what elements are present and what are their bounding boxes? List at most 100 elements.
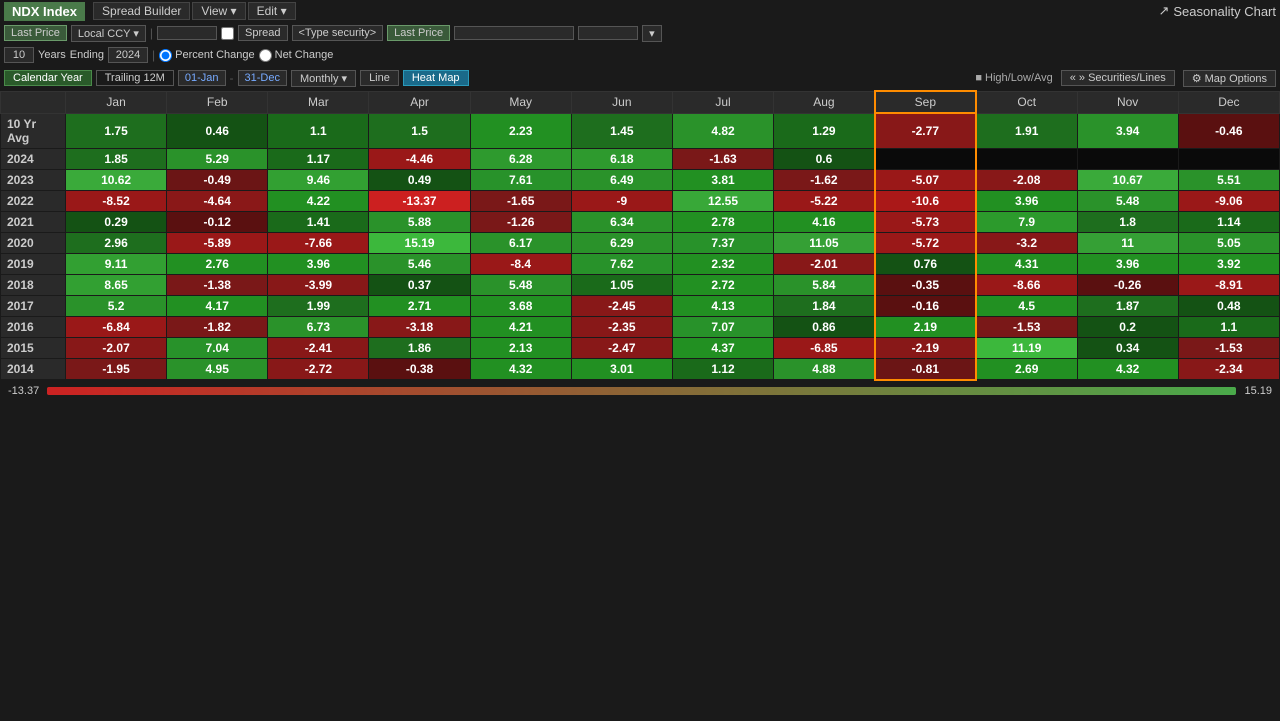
cell-2015-Nov: 0.34 <box>1077 337 1178 358</box>
toolbar-dropdown[interactable]: ▾ <box>642 25 662 42</box>
cell-2022-Aug: -5.22 <box>774 190 875 211</box>
toolbar-row1: Last Price Local CCY ▾ | Spread <Type se… <box>0 22 1280 44</box>
cell-2023-Jun: 6.49 <box>571 169 672 190</box>
cell-2019-Feb: 2.76 <box>167 253 268 274</box>
heat-map-button[interactable]: Heat Map <box>403 70 469 86</box>
cell-10 Yr Avg-May: 2.23 <box>470 113 571 148</box>
last-price-right-button[interactable]: Last Price <box>387 25 450 41</box>
cell-2020-Feb: -5.89 <box>167 232 268 253</box>
row-label-2015: 2015 <box>1 337 66 358</box>
years-input[interactable] <box>4 47 34 63</box>
toolbar-input2[interactable] <box>454 26 574 40</box>
header-apr: Apr <box>369 91 470 113</box>
header: NDX Index Spread Builder View ▾ Edit ▾ ↗… <box>0 0 1280 22</box>
cell-10 Yr Avg-Jun: 1.45 <box>571 113 672 148</box>
cell-2021-Jan: 0.29 <box>66 211 167 232</box>
cell-10 Yr Avg-Sep: -2.77 <box>875 113 976 148</box>
spread-checkbox[interactable] <box>221 27 234 40</box>
calendar-year-button[interactable]: Calendar Year <box>4 70 92 86</box>
cell-2021-Feb: -0.12 <box>167 211 268 232</box>
header-sep: Sep <box>875 91 976 113</box>
cell-2023-Sep: -5.07 <box>875 169 976 190</box>
cell-2019-Oct: 4.31 <box>976 253 1077 274</box>
cell-2018-Jun: 1.05 <box>571 274 672 295</box>
cell-2021-Oct: 7.9 <box>976 211 1077 232</box>
table-row: 20202.96-5.89-7.6615.196.176.297.3711.05… <box>1 232 1280 253</box>
header-oct: Oct <box>976 91 1077 113</box>
cell-2021-Dec: 1.14 <box>1178 211 1279 232</box>
heatmap-table: JanFebMarAprMayJunJulAugSepOctNovDec 10 … <box>0 90 1280 381</box>
cell-2015-Apr: 1.86 <box>369 337 470 358</box>
last-price-left-button[interactable]: Last Price <box>4 25 67 41</box>
cell-2019-Sep: 0.76 <box>875 253 976 274</box>
view-button[interactable]: View ▾ <box>192 2 245 20</box>
cell-2019-Dec: 3.92 <box>1178 253 1279 274</box>
header-may: May <box>470 91 571 113</box>
edit-button[interactable]: Edit ▾ <box>248 2 296 20</box>
cell-10 Yr Avg-Aug: 1.29 <box>774 113 875 148</box>
cell-2017-Jun: -2.45 <box>571 295 672 316</box>
cell-2019-May: -8.4 <box>470 253 571 274</box>
type-security-button[interactable]: <Type security> <box>292 25 384 41</box>
header-aug: Aug <box>774 91 875 113</box>
spread-button[interactable]: Spread <box>238 25 287 41</box>
line-button[interactable]: Line <box>360 70 399 86</box>
cell-2021-Sep: -5.73 <box>875 211 976 232</box>
cell-2018-Mar: -3.99 <box>268 274 369 295</box>
cell-2014-Feb: 4.95 <box>167 358 268 380</box>
cell-2018-Nov: -0.26 <box>1077 274 1178 295</box>
cell-2020-Sep: -5.72 <box>875 232 976 253</box>
cell-2016-Sep: 2.19 <box>875 316 976 337</box>
cell-2023-Dec: 5.51 <box>1178 169 1279 190</box>
cell-2015-Sep: -2.19 <box>875 337 976 358</box>
cell-2022-May: -1.65 <box>470 190 571 211</box>
cell-2022-Mar: 4.22 <box>268 190 369 211</box>
cell-2016-Dec: 1.1 <box>1178 316 1279 337</box>
table-row: 10 Yr Avg1.750.461.11.52.231.454.821.29-… <box>1 113 1280 148</box>
row-label-2022: 2022 <box>1 190 66 211</box>
cell-2014-Jun: 3.01 <box>571 358 672 380</box>
date-end-button[interactable]: 31-Dec <box>238 70 287 86</box>
cell-2017-Dec: 0.48 <box>1178 295 1279 316</box>
cell-2016-Mar: 6.73 <box>268 316 369 337</box>
controls-row: Calendar Year Trailing 12M 01-Jan - 31-D… <box>0 66 1280 90</box>
seasonality-chart-title: ↗ Seasonality Chart <box>1158 3 1276 19</box>
toolbar-input1[interactable] <box>157 26 217 40</box>
cell-10 Yr Avg-Dec: -0.46 <box>1178 113 1279 148</box>
cell-2017-Sep: -0.16 <box>875 295 976 316</box>
ending-input[interactable] <box>108 47 148 63</box>
net-change-radio[interactable] <box>259 49 272 62</box>
cell-2020-Jan: 2.96 <box>66 232 167 253</box>
cell-2018-Jul: 2.72 <box>672 274 773 295</box>
header-jan: Jan <box>66 91 167 113</box>
cell-2024-Oct <box>976 148 1077 169</box>
cell-2020-Apr: 15.19 <box>369 232 470 253</box>
cell-10 Yr Avg-Apr: 1.5 <box>369 113 470 148</box>
securities-lines-button[interactable]: « » Securities/Lines <box>1061 70 1175 86</box>
cell-2016-Jun: -2.35 <box>571 316 672 337</box>
cell-2024-Aug: 0.6 <box>774 148 875 169</box>
cell-2014-May: 4.32 <box>470 358 571 380</box>
cell-2019-Apr: 5.46 <box>369 253 470 274</box>
monthly-button[interactable]: Monthly ▾ <box>291 70 356 87</box>
cell-2015-Jan: -2.07 <box>66 337 167 358</box>
percent-change-radio[interactable] <box>159 49 172 62</box>
table-row: 2022-8.52-4.644.22-13.37-1.65-912.55-5.2… <box>1 190 1280 211</box>
date-start-button[interactable]: 01-Jan <box>178 70 226 86</box>
spread-builder-button[interactable]: Spread Builder <box>93 2 190 20</box>
table-row: 20188.65-1.38-3.990.375.481.052.725.84-0… <box>1 274 1280 295</box>
cell-2023-Apr: 0.49 <box>369 169 470 190</box>
cell-2022-Feb: -4.64 <box>167 190 268 211</box>
map-options-button[interactable]: ⚙ Map Options <box>1183 70 1276 87</box>
cell-2019-Jan: 9.11 <box>66 253 167 274</box>
cell-2017-May: 3.68 <box>470 295 571 316</box>
cell-2018-Aug: 5.84 <box>774 274 875 295</box>
trailing-12m-button[interactable]: Trailing 12M <box>96 70 174 86</box>
header-mar: Mar <box>268 91 369 113</box>
cell-2020-Oct: -3.2 <box>976 232 1077 253</box>
cell-2021-Mar: 1.41 <box>268 211 369 232</box>
toolbar-input3[interactable] <box>578 26 638 40</box>
cell-2017-Oct: 4.5 <box>976 295 1077 316</box>
header-feb: Feb <box>167 91 268 113</box>
local-ccy-button[interactable]: Local CCY ▾ <box>71 25 146 42</box>
